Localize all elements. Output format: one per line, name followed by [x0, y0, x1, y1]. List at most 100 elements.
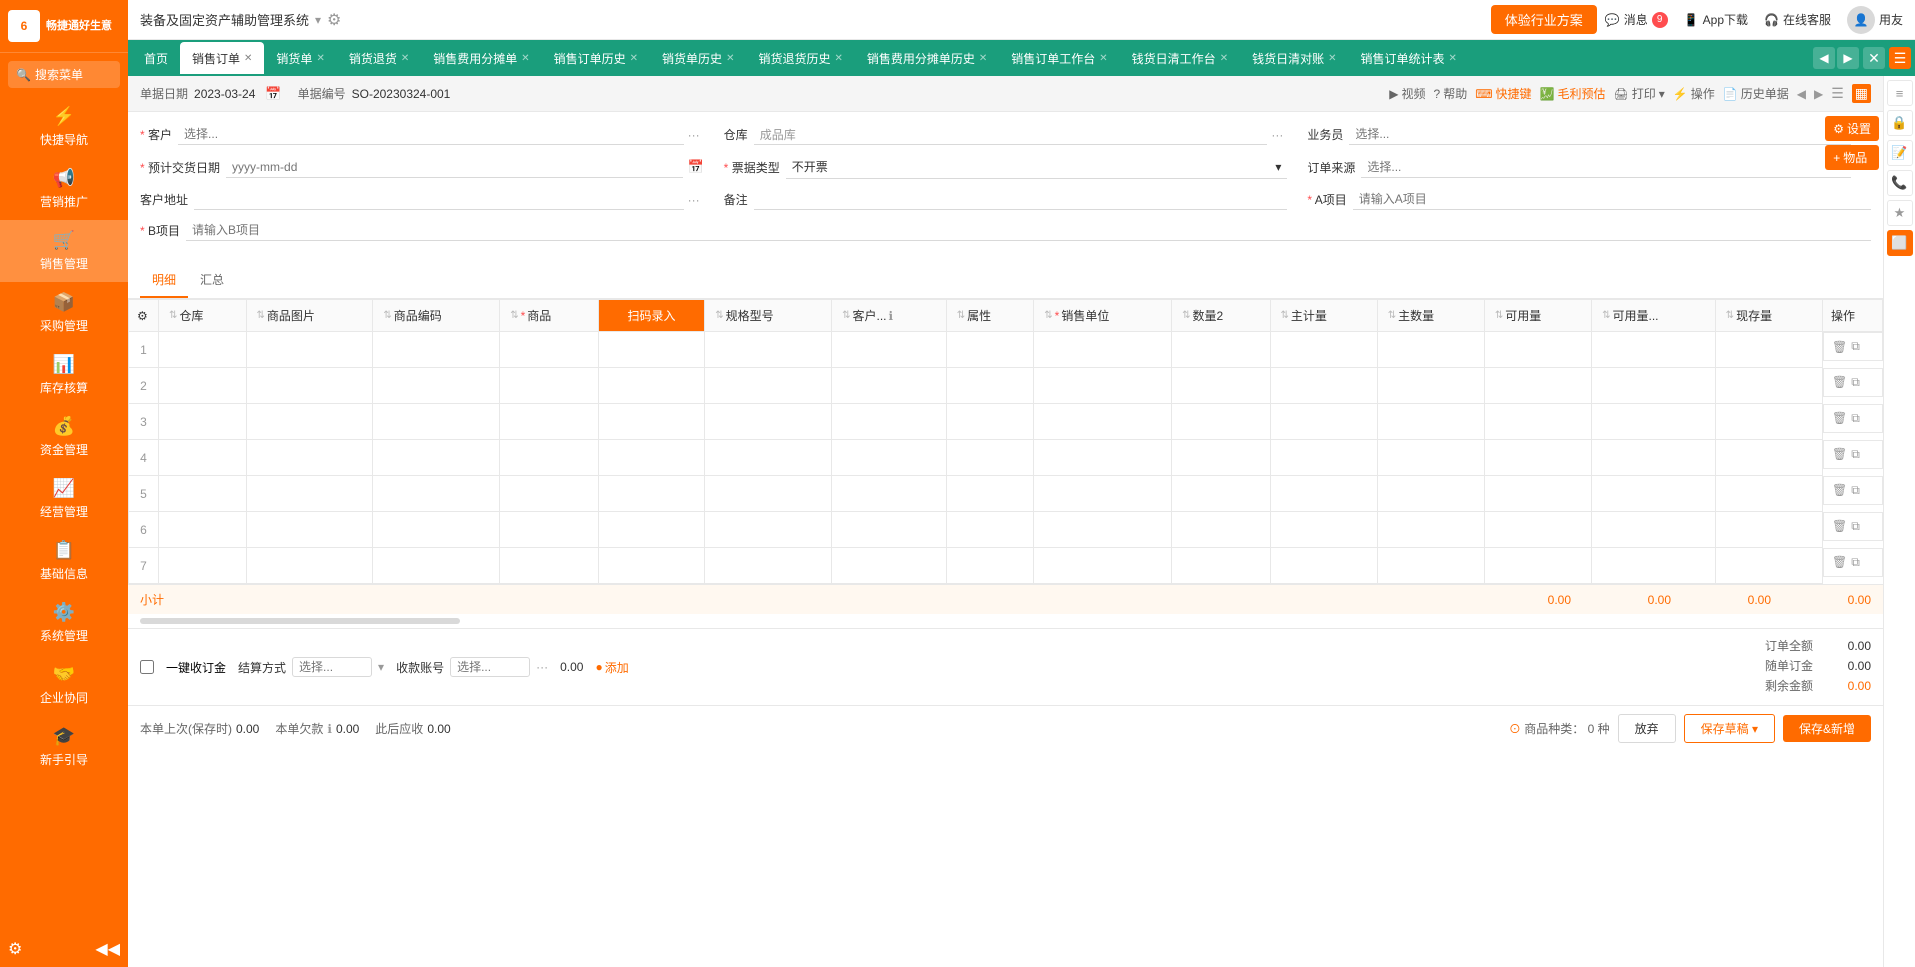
row-3-unit[interactable]: [1034, 404, 1172, 440]
row-6-avail[interactable]: [1484, 512, 1591, 548]
tab-sales-stats[interactable]: 销售订单统计表 ✕: [1348, 42, 1468, 74]
row-2-avail[interactable]: [1484, 368, 1591, 404]
row-4-image[interactable]: [246, 440, 373, 476]
row-2-scan[interactable]: [598, 368, 705, 404]
order-source-input[interactable]: [1361, 157, 1851, 178]
row-5-stock[interactable]: [1715, 476, 1822, 512]
row-7-code[interactable]: [373, 548, 500, 584]
tab-reconciliation[interactable]: 钱货日清对账 ✕: [1240, 42, 1348, 74]
row-6-ccode[interactable]: [832, 512, 947, 548]
customer-input[interactable]: [178, 124, 684, 145]
operations-btn[interactable]: ⚡ 操作: [1673, 85, 1715, 102]
row-1-unit[interactable]: [1034, 332, 1172, 368]
th-code-sort[interactable]: ⇅: [383, 310, 391, 321]
sidebar-item-sales[interactable]: 🛒 销售管理: [0, 220, 128, 282]
collapse-icon[interactable]: ◀◀: [95, 939, 120, 959]
row-4-avail[interactable]: [1484, 440, 1591, 476]
row-1-spec[interactable]: [705, 332, 832, 368]
row-7-qty2[interactable]: [1172, 548, 1270, 584]
row-2-spec[interactable]: [705, 368, 832, 404]
th-avail-sort[interactable]: ⇅: [1495, 310, 1503, 321]
row-5-munit[interactable]: [1270, 476, 1377, 512]
help-btn[interactable]: ? 帮助: [1434, 85, 1468, 102]
row-6-mqty[interactable]: [1377, 512, 1484, 548]
row-6-warehouse[interactable]: [159, 512, 247, 548]
print-arrow[interactable]: ▾: [1659, 87, 1665, 101]
row-1-munit[interactable]: [1270, 332, 1377, 368]
th-ccode-sort[interactable]: ⇅: [842, 310, 850, 321]
row-6-image[interactable]: [246, 512, 373, 548]
pagination-prev-icon[interactable]: ◀: [1797, 87, 1806, 101]
warehouse-more-icon[interactable]: ···: [1267, 128, 1287, 142]
tab-sales-note[interactable]: 销货单 ✕: [264, 42, 336, 74]
row-6-munit[interactable]: [1270, 512, 1377, 548]
save-draft-arrow[interactable]: ▾: [1752, 722, 1758, 736]
row-3-warehouse[interactable]: [159, 404, 247, 440]
row-2-attr[interactable]: [946, 368, 1034, 404]
th-unit-sort[interactable]: ⇅: [1044, 310, 1052, 321]
tab-cash-workbench-close[interactable]: ✕: [1220, 53, 1228, 64]
goods-count-icon[interactable]: ⊙: [1509, 722, 1521, 736]
th-stock-sort[interactable]: ⇅: [1726, 310, 1734, 321]
row-2-product[interactable]: [500, 368, 598, 404]
row-5-delete-icon[interactable]: 🗑: [1832, 483, 1847, 497]
row-5-scan[interactable]: [598, 476, 705, 512]
remark-input[interactable]: [754, 189, 1288, 210]
row-3-qty2[interactable]: [1172, 404, 1270, 440]
row-1-warehouse[interactable]: [159, 332, 247, 368]
tabbar-menu-btn[interactable]: ☰: [1889, 47, 1911, 69]
tab-sales-note-history[interactable]: 销货单历史 ✕: [650, 42, 746, 74]
tab-sales-workbench-close[interactable]: ✕: [1099, 53, 1107, 64]
row-5-image[interactable]: [246, 476, 373, 512]
row-6-stock[interactable]: [1715, 512, 1822, 548]
row-4-attr[interactable]: [946, 440, 1034, 476]
row-5-warehouse[interactable]: [159, 476, 247, 512]
row-1-qty2[interactable]: [1172, 332, 1270, 368]
row-5-ccode[interactable]: [832, 476, 947, 512]
address-input[interactable]: [194, 189, 684, 210]
row-3-avail[interactable]: [1484, 404, 1591, 440]
pagination-next-icon[interactable]: ▶: [1814, 87, 1823, 101]
row-7-delete-icon[interactable]: 🗑: [1832, 555, 1847, 569]
row-5-product[interactable]: [500, 476, 598, 512]
row-5-copy-icon[interactable]: ⧉: [1851, 483, 1860, 498]
delivery-date-input[interactable]: [226, 157, 683, 178]
tab-summary[interactable]: 汇总: [188, 263, 236, 298]
row-3-product[interactable]: [500, 404, 598, 440]
row-1-attr[interactable]: [946, 332, 1034, 368]
notification-item[interactable]: 💬 消息 9: [1605, 11, 1668, 28]
sidebar-item-quick-nav[interactable]: ⚡ 快捷导航: [0, 96, 128, 158]
date-calendar-icon[interactable]: 📅: [265, 86, 281, 102]
sidebar-item-marketing[interactable]: 📢 营销推广: [0, 158, 128, 220]
row-5-qty2[interactable]: [1172, 476, 1270, 512]
row-4-stock[interactable]: [1715, 440, 1822, 476]
row-7-stock[interactable]: [1715, 548, 1822, 584]
goods-float-btn[interactable]: + 物品: [1825, 145, 1879, 170]
row-4-code[interactable]: [373, 440, 500, 476]
th-product-sort[interactable]: ⇅: [510, 310, 518, 321]
sidebar-item-system[interactable]: ⚙️ 系统管理: [0, 592, 128, 654]
tab-sales-return-history-close[interactable]: ✕: [834, 53, 842, 64]
row-7-munit[interactable]: [1270, 548, 1377, 584]
save-new-button[interactable]: 保存&新增: [1783, 715, 1871, 742]
row-3-image[interactable]: [246, 404, 373, 440]
row-1-code[interactable]: [373, 332, 500, 368]
row-7-product[interactable]: [500, 548, 598, 584]
tab-sales-note-history-close[interactable]: ✕: [726, 53, 734, 64]
receipt-account-more[interactable]: ···: [536, 660, 548, 674]
tab-sales-workbench[interactable]: 销售订单工作台 ✕: [999, 42, 1119, 74]
row-4-product[interactable]: [500, 440, 598, 476]
row-5-avail2[interactable]: [1592, 476, 1716, 512]
right-panel-scan-icon[interactable]: ⬜: [1887, 230, 1913, 256]
row-1-stock[interactable]: [1715, 332, 1822, 368]
row-1-ccode[interactable]: [832, 332, 947, 368]
right-panel-phone-icon[interactable]: 📞: [1887, 170, 1913, 196]
right-panel-note-icon[interactable]: 📝: [1887, 140, 1913, 166]
row-3-attr[interactable]: [946, 404, 1034, 440]
th-warehouse-sort[interactable]: ⇅: [169, 310, 177, 321]
row-5-spec[interactable]: [705, 476, 832, 512]
row-6-code[interactable]: [373, 512, 500, 548]
th-avail2-sort[interactable]: ⇅: [1602, 310, 1610, 321]
tab-sales-note-close[interactable]: ✕: [316, 53, 324, 64]
row-4-spec[interactable]: [705, 440, 832, 476]
